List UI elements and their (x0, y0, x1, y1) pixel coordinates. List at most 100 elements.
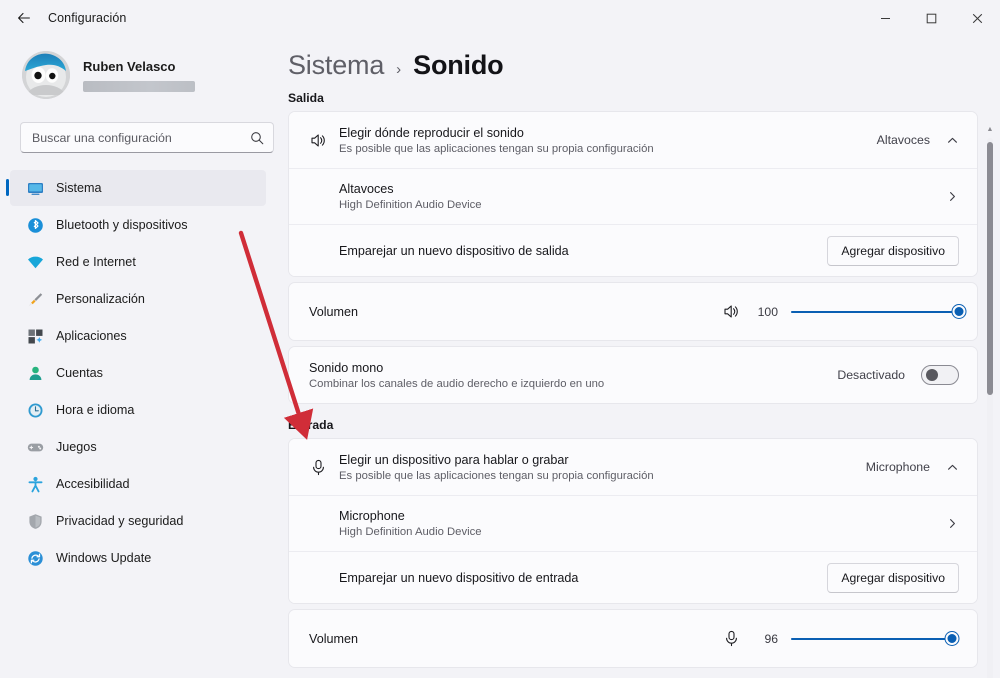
sidebar-item-accesibilidad[interactable]: Accesibilidad (10, 466, 266, 502)
close-icon (972, 13, 982, 23)
output-chooser-title: Elegir dónde reproducir el sonido (339, 125, 524, 140)
output-chooser-row[interactable]: Elegir dónde reproducir el sonido Es pos… (289, 112, 977, 168)
slider-fill (791, 637, 953, 640)
input-volume-card: Volumen 96 (288, 609, 978, 668)
input-device-description: High Definition Audio Device (339, 526, 482, 538)
output-pair-body: Emparejar un nuevo dispositivo de salida (339, 244, 827, 258)
close-button[interactable] (954, 0, 1000, 36)
add-output-device-button[interactable]: Agregar dispositivo (827, 235, 959, 266)
chevron-right-icon[interactable] (946, 517, 959, 530)
chevron-up-icon[interactable] (946, 461, 959, 474)
output-chooser-body: Elegir dónde reproducir el sonido Es pos… (339, 126, 877, 155)
sidebar-item-cuentas[interactable]: Cuentas (10, 355, 266, 391)
shield-icon (26, 512, 44, 530)
slider-thumb[interactable] (945, 632, 959, 645)
microphone-icon[interactable] (722, 629, 741, 648)
page-title: Sonido (413, 50, 504, 80)
sidebar-item-label: Accesibilidad (56, 477, 130, 491)
output-device-description: High Definition Audio Device (339, 199, 482, 211)
input-volume-slider[interactable] (791, 629, 959, 649)
breadcrumb-parent[interactable]: Sistema (288, 50, 384, 81)
gamepad-icon (26, 438, 44, 456)
update-icon (26, 549, 44, 567)
minimize-button[interactable] (862, 0, 908, 36)
search-box[interactable] (20, 122, 274, 153)
input-chooser-row[interactable]: Elegir un dispositivo para hablar o grab… (289, 439, 977, 495)
input-pair-row: Emparejar un nuevo dispositivo de entrad… (289, 551, 977, 603)
output-volume-value: 100 (757, 304, 778, 319)
input-device-row[interactable]: Microphone High Definition Audio Device (289, 495, 977, 551)
output-device-right (946, 190, 959, 203)
sidebar: Ruben Velasco Buscar una configuración S… (0, 36, 278, 678)
content-pane: Sistema › Sonido Salida Elegir dónde rep… (278, 36, 1000, 678)
sidebar-item-juegos[interactable]: Juegos (10, 429, 266, 465)
back-button[interactable] (6, 3, 42, 33)
avatar (22, 51, 70, 99)
sidebar-item-label: Red e Internet (56, 255, 136, 269)
slider-thumb[interactable] (952, 305, 966, 318)
mono-sound-title: Sonido mono (309, 360, 384, 375)
sidebar-item-label: Cuentas (56, 366, 103, 380)
maximize-icon (926, 13, 936, 23)
toggle-knob (926, 369, 938, 381)
scroll-up-arrow-icon[interactable]: ▲ (987, 126, 994, 133)
input-selected-device: Microphone (865, 460, 930, 474)
sidebar-nav: Sistema Bluetooth y dispositivos Red e I… (6, 170, 266, 576)
window-title: Configuración (48, 11, 127, 25)
wifi-icon (26, 253, 44, 271)
output-volume-row: Volumen 100 (289, 283, 977, 340)
input-chooser-subtitle: Es posible que las aplicaciones tengan s… (339, 469, 654, 482)
add-input-device-button[interactable]: Agregar dispositivo (827, 562, 959, 593)
input-volume-label: Volumen (309, 631, 359, 646)
input-pair-label: Emparejar un nuevo dispositivo de entrad… (339, 570, 579, 585)
output-chooser-subtitle: Es posible que las aplicaciones tengan s… (339, 142, 654, 155)
breadcrumb: Sistema › Sonido (288, 36, 1000, 87)
input-device-card: Elegir un dispositivo para hablar o grab… (288, 438, 978, 604)
output-device-row[interactable]: Altavoces High Definition Audio Device (289, 168, 977, 224)
mono-sound-row[interactable]: Sonido mono Combinar los canales de audi… (289, 347, 977, 403)
input-chooser-title: Elegir un dispositivo para hablar o grab… (339, 452, 569, 467)
user-email-redacted (83, 80, 195, 92)
sidebar-item-windows-update[interactable]: Windows Update (10, 540, 266, 576)
sidebar-item-label: Windows Update (56, 551, 152, 565)
sidebar-item-label: Aplicaciones (56, 329, 127, 343)
avatar-image (22, 51, 70, 99)
output-volume-control[interactable]: 100 (722, 302, 966, 322)
chevron-right-icon[interactable] (946, 190, 959, 203)
sidebar-item-privacidad[interactable]: Privacidad y seguridad (10, 503, 266, 539)
monitor-icon (26, 179, 44, 197)
output-device-name: Altavoces (339, 182, 394, 196)
maximize-button[interactable] (908, 0, 954, 36)
scrollbar-thumb[interactable] (987, 142, 993, 395)
output-selected-device: Altavoces (876, 133, 930, 147)
speaker-icon[interactable] (722, 302, 741, 321)
sidebar-item-label: Hora e idioma (56, 403, 135, 417)
sidebar-item-bluetooth[interactable]: Bluetooth y dispositivos (10, 207, 266, 243)
slider-fill (791, 310, 959, 313)
mono-sound-state: Desactivado (837, 368, 905, 382)
mono-sound-body: Sonido mono Combinar los canales de audi… (309, 361, 837, 390)
output-pair-label: Emparejar un nuevo dispositivo de salida (339, 243, 569, 258)
output-pair-right: Agregar dispositivo (827, 235, 959, 266)
sidebar-item-personalizacion[interactable]: Personalización (10, 281, 266, 317)
chevron-up-icon[interactable] (946, 134, 959, 147)
input-volume-row: Volumen 96 (289, 610, 977, 667)
mono-sound-toggle[interactable] (921, 365, 959, 385)
input-volume-control[interactable]: 96 (722, 629, 959, 649)
user-meta: Ruben Velasco (83, 59, 195, 92)
apps-icon (26, 327, 44, 345)
sidebar-item-label: Juegos (56, 440, 97, 454)
user-profile[interactable]: Ruben Velasco (10, 36, 266, 106)
mono-sound-right: Desactivado (837, 365, 959, 385)
brush-icon (26, 290, 44, 308)
input-volume-body: Volumen (309, 632, 722, 646)
sidebar-item-aplicaciones[interactable]: Aplicaciones (10, 318, 266, 354)
sidebar-item-hora[interactable]: Hora e idioma (10, 392, 266, 428)
search-input[interactable] (32, 130, 250, 145)
sidebar-item-sistema[interactable]: Sistema (6, 170, 266, 206)
content-scrollbar[interactable]: ▲ ▼ (984, 126, 996, 678)
sidebar-item-red[interactable]: Red e Internet (10, 244, 266, 280)
output-volume-slider[interactable] (791, 302, 966, 322)
microphone-icon (309, 458, 339, 477)
input-pair-right: Agregar dispositivo (827, 562, 959, 593)
